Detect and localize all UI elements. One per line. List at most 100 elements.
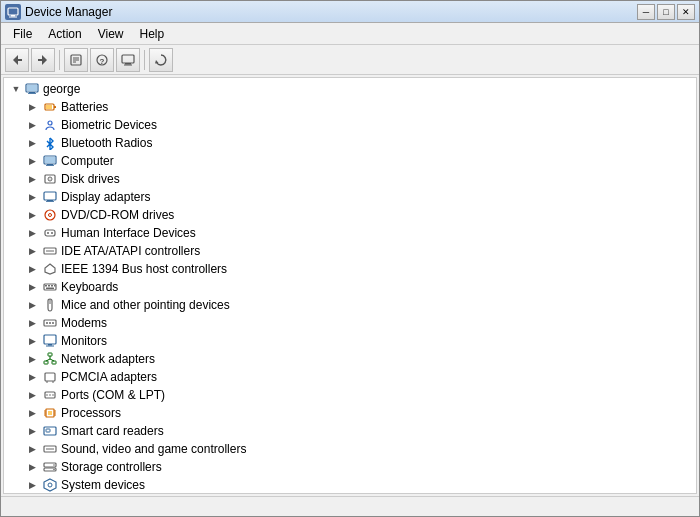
window-controls: ─ □ ✕ [637, 4, 695, 20]
tree-item[interactable]: ▶ IEEE 1394 Bus host controllers [4, 260, 696, 278]
device-icon-3 [42, 153, 58, 169]
expand-btn-2[interactable]: ▶ [24, 135, 40, 151]
tree-item[interactable]: ▶ Processors [4, 404, 696, 422]
expand-btn-11[interactable]: ▶ [24, 297, 40, 313]
tree-item[interactable]: ▶ PCMCIA adapters [4, 368, 696, 386]
device-manager-window: Device Manager ─ □ ✕ File Action View He… [0, 0, 700, 517]
device-icon-0 [42, 99, 58, 115]
expand-btn-14[interactable]: ▶ [24, 351, 40, 367]
expand-btn-17[interactable]: ▶ [24, 405, 40, 421]
expand-btn-13[interactable]: ▶ [24, 333, 40, 349]
expand-btn-8[interactable]: ▶ [24, 243, 40, 259]
tree-item[interactable]: ▶ Sound, video and game controllers [4, 440, 696, 458]
svg-point-83 [53, 464, 55, 466]
help-button[interactable]: ? [90, 48, 114, 72]
tree-item[interactable]: ▶ Monitors [4, 332, 696, 350]
forward-button[interactable] [31, 48, 55, 72]
svg-marker-16 [155, 60, 159, 64]
svg-rect-13 [122, 55, 134, 63]
expand-btn-3[interactable]: ▶ [24, 153, 40, 169]
expand-george[interactable]: ▼ [8, 81, 24, 97]
device-icon-10 [42, 279, 58, 295]
tree-item[interactable]: ▶ Computer [4, 152, 696, 170]
svg-rect-53 [44, 335, 56, 344]
tree-panel[interactable]: ▼ george ▶ Batteries ▶ Bi [3, 77, 697, 494]
svg-rect-0 [8, 8, 18, 15]
tree-item[interactable]: ▶ Smart card readers [4, 422, 696, 440]
tree-item[interactable]: ▶ Display adapters [4, 188, 696, 206]
expand-btn-9[interactable]: ▶ [24, 261, 40, 277]
tree-item[interactable]: ▶ Mice and other pointing devices [4, 296, 696, 314]
device-label-15: PCMCIA adapters [61, 370, 157, 384]
icon-computer [24, 81, 40, 97]
tree-item[interactable]: ▶ System devices [4, 476, 696, 494]
tree-item[interactable]: ▶ Ports (COM & LPT) [4, 386, 696, 404]
expand-btn-6[interactable]: ▶ [24, 207, 40, 223]
device-label-9: IEEE 1394 Bus host controllers [61, 262, 227, 276]
device-manager-button[interactable] [116, 48, 140, 72]
expand-btn-19[interactable]: ▶ [24, 441, 40, 457]
tree-root-george[interactable]: ▼ george [4, 80, 696, 98]
properties-button[interactable] [64, 48, 88, 72]
minimize-button[interactable]: ─ [637, 4, 655, 20]
menu-help[interactable]: Help [132, 25, 173, 43]
device-icon-16 [42, 387, 58, 403]
svg-rect-19 [28, 93, 36, 94]
device-label-12: Modems [61, 316, 107, 330]
svg-rect-42 [44, 284, 56, 290]
device-icon-8 [42, 243, 58, 259]
device-icon-17 [42, 405, 58, 421]
menu-view[interactable]: View [90, 25, 132, 43]
svg-point-84 [53, 469, 55, 471]
expand-btn-12[interactable]: ▶ [24, 315, 40, 331]
expand-btn-0[interactable]: ▶ [24, 99, 40, 115]
menu-action[interactable]: Action [40, 25, 89, 43]
tree-item[interactable]: ▶ DVD/CD-ROM drives [4, 206, 696, 224]
expand-btn-7[interactable]: ▶ [24, 225, 40, 241]
svg-rect-45 [51, 285, 53, 287]
svg-rect-47 [46, 288, 54, 290]
expand-btn-1[interactable]: ▶ [24, 117, 40, 133]
tree-item[interactable]: ▶ Storage controllers [4, 458, 696, 476]
expand-btn-16[interactable]: ▶ [24, 387, 40, 403]
tree-item[interactable]: ▶ Disk drives [4, 170, 696, 188]
expand-btn-18[interactable]: ▶ [24, 423, 40, 439]
device-label-2: Bluetooth Radios [61, 136, 152, 150]
tree-item[interactable]: ▶ Batteries [4, 98, 696, 116]
device-label-19: Sound, video and game controllers [61, 442, 246, 456]
tree-item[interactable]: ▶ Biometric Devices [4, 116, 696, 134]
svg-rect-58 [52, 361, 56, 364]
device-icon-13 [42, 333, 58, 349]
toolbar: ? [1, 45, 699, 75]
svg-point-31 [50, 179, 51, 180]
svg-rect-46 [54, 285, 56, 287]
expand-btn-15[interactable]: ▶ [24, 369, 40, 385]
tree-item[interactable]: ▶ Bluetooth Radios [4, 134, 696, 152]
svg-rect-37 [45, 230, 55, 236]
george-label: george [43, 82, 80, 96]
svg-point-36 [49, 214, 52, 217]
tree-item[interactable]: ▶ IDE ATA/ATAPI controllers [4, 242, 696, 260]
tree-item[interactable]: ▶ Keyboards [4, 278, 696, 296]
device-label-21: System devices [61, 478, 145, 492]
expand-btn-21[interactable]: ▶ [24, 477, 40, 493]
close-button[interactable]: ✕ [677, 4, 695, 20]
back-button[interactable] [5, 48, 29, 72]
expand-btn-20[interactable]: ▶ [24, 459, 40, 475]
maximize-button[interactable]: □ [657, 4, 675, 20]
svg-rect-26 [47, 164, 53, 165]
expand-btn-10[interactable]: ▶ [24, 279, 40, 295]
scan-button[interactable] [149, 48, 173, 72]
svg-point-68 [52, 394, 54, 396]
tree-item[interactable]: ▶ Network adapters [4, 350, 696, 368]
window-title: Device Manager [25, 5, 112, 19]
app-icon [5, 4, 21, 20]
expand-btn-5[interactable]: ▶ [24, 189, 40, 205]
expand-btn-4[interactable]: ▶ [24, 171, 40, 187]
tree-item[interactable]: ▶ Human Interface Devices [4, 224, 696, 242]
device-icon-2 [42, 135, 58, 151]
svg-point-38 [47, 232, 49, 234]
menu-file[interactable]: File [5, 25, 40, 43]
tree-item[interactable]: ▶ Modems [4, 314, 696, 332]
toolbar-separator-1 [59, 50, 60, 70]
